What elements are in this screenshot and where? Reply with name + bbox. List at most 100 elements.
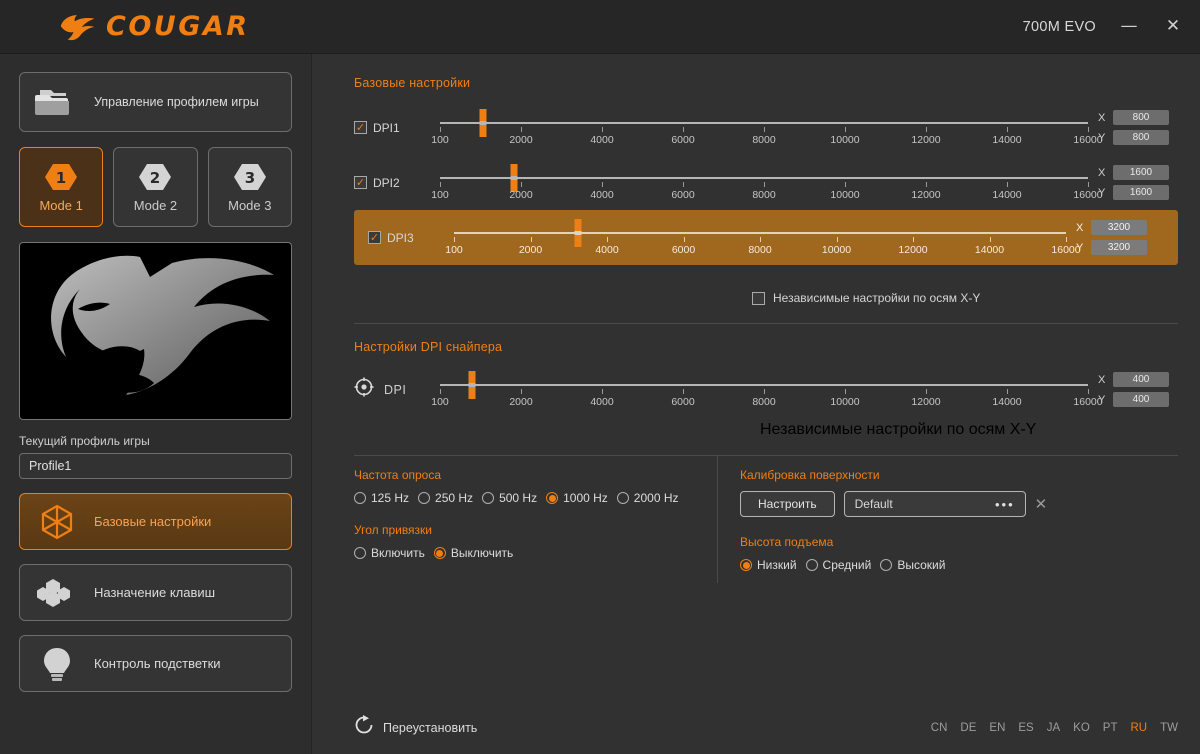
dpi2-x-value[interactable]: 1600	[1113, 165, 1169, 180]
slider-tick-label: 6000	[671, 243, 696, 256]
dpi1-toggle[interactable]: ✓ DPI1	[354, 121, 432, 135]
dpi2-toggle[interactable]: ✓ DPI2	[354, 176, 432, 190]
liftoff-medium[interactable]: Средний	[805, 558, 871, 572]
slider-tick-label: 16000	[1073, 395, 1103, 408]
radio-dot-selected	[740, 559, 752, 571]
mode-label-3: Mode 3	[228, 197, 272, 213]
lang-es[interactable]: ES	[1018, 722, 1033, 734]
dpi1-slider[interactable]: 100 2000 4000 6000 8000 10000 12000 14000 16000	[431, 105, 1103, 151]
slider-tick-label: 16000	[1051, 243, 1081, 256]
slider-tick-label: 100	[431, 188, 449, 201]
angle-snap-on[interactable]: Включить	[354, 546, 425, 560]
sniper-y-value[interactable]: 400	[1113, 392, 1169, 407]
calibration-title: Калибровка поверхности	[740, 468, 880, 482]
dpi3-checkbox[interactable]: ✓	[368, 231, 381, 244]
check-icon: ✓	[355, 121, 366, 134]
game-profile-manager-button[interactable]: Управление профилем игры	[19, 72, 292, 132]
lang-de[interactable]: DE	[960, 722, 976, 734]
slider-tick-label: 12000	[898, 243, 928, 256]
window-body: Управление профилем игры 1 Mode 1 2 Mode…	[0, 54, 1200, 754]
current-profile-input[interactable]: Profile1	[19, 453, 292, 479]
slider-tick-label: 14000	[992, 395, 1022, 408]
slider-tick-label: 6000	[671, 395, 695, 408]
slider-tick	[845, 388, 846, 394]
independent-xy-toggle[interactable]: Независимые настройки по осям X-Y	[312, 291, 1200, 305]
current-profile-label: Текущий профиль игры	[19, 434, 150, 448]
slider-tick-label: 4000	[590, 395, 614, 408]
sniper-independent-xy-toggle[interactable]: Независимые настройки по осям X-Y	[312, 421, 1200, 439]
polling-option-125[interactable]: 125 Hz	[354, 491, 409, 505]
sniper-ticks: 100 2000 4000 6000 8000 10000 12000 14000 16000	[431, 388, 1103, 413]
polling-option-1000[interactable]: 1000 Hz	[546, 491, 608, 505]
dpi2-slider[interactable]: 100 2000 4000 6000 8000 10000 12000 14000 16000	[431, 160, 1103, 206]
reset-button[interactable]: Переустановить	[354, 715, 477, 740]
dpi2-ticks: 100 2000 4000 6000 8000 10000 12000 14000 16000	[431, 181, 1103, 206]
dpi1-y-value[interactable]: 800	[1113, 130, 1169, 145]
slider-tick	[683, 236, 685, 242]
mode-button-3[interactable]: 3 Mode 3	[207, 147, 292, 227]
slider-tick	[521, 181, 522, 187]
liftoff-low[interactable]: Низкий	[740, 558, 797, 572]
clear-surface-icon[interactable]: ✕	[1035, 495, 1048, 513]
check-icon: ✓	[369, 231, 380, 244]
lang-ru[interactable]: RU	[1130, 722, 1147, 734]
sidebar-nav: Базовые настройки Назначение клавиш Конт…	[19, 493, 292, 692]
ellipsis-icon[interactable]: •••	[995, 497, 1015, 512]
cougar-head-logo	[21, 245, 290, 417]
slider-tick-label: 4000	[595, 243, 619, 256]
dpi2-checkbox[interactable]: ✓	[354, 176, 367, 189]
calibrate-button[interactable]: Настроить	[740, 491, 835, 517]
radio-dot	[616, 492, 629, 504]
lang-en[interactable]: EN	[989, 722, 1005, 734]
sniper-x-value[interactable]: 400	[1113, 372, 1169, 387]
polling-label-250: 250 Hz	[435, 491, 474, 505]
sidebar-item-key-assignment[interactable]: Назначение клавиш	[19, 564, 292, 621]
slider-tick	[440, 181, 441, 187]
device-preview	[19, 242, 292, 420]
sidebar-item-lighting-control[interactable]: Контроль подстветки	[19, 635, 292, 692]
slider-tick-label: 2000	[509, 395, 533, 408]
dpi2-y-value[interactable]: 1600	[1113, 185, 1169, 200]
dpi1-values: X 800 Y 800	[1098, 110, 1178, 145]
dpi3-y-value[interactable]: 3200	[1091, 240, 1147, 255]
dpi2-label: DPI2	[373, 175, 400, 190]
sidebar-item-basic-settings[interactable]: Базовые настройки	[19, 493, 292, 550]
polling-option-250[interactable]: 250 Hz	[418, 491, 473, 505]
close-button[interactable]: ✕	[1162, 18, 1184, 35]
mode-button-1[interactable]: 1 Mode 1	[19, 147, 104, 227]
slider-tick-label: 14000	[992, 133, 1022, 146]
slider-tick-label: 14000	[974, 243, 1005, 256]
slider-tick	[845, 181, 846, 187]
dpi3-x-value[interactable]: 3200	[1091, 220, 1147, 235]
polling-label-1000: 1000 Hz	[563, 491, 608, 505]
sidebar-label-key-assignment: Назначение клавиш	[94, 585, 216, 600]
lang-ko[interactable]: KO	[1073, 722, 1090, 734]
independent-xy-checkbox[interactable]	[752, 291, 765, 305]
dpi3-toggle[interactable]: ✓ DPI3	[368, 231, 446, 245]
lang-tw[interactable]: TW	[1160, 722, 1178, 734]
slider-tick-label: 4000	[590, 188, 614, 201]
radio-dot	[805, 559, 818, 571]
surface-select[interactable]: Default •••	[843, 491, 1026, 517]
lang-ja[interactable]: JA	[1047, 722, 1060, 734]
lang-cn[interactable]: CN	[931, 722, 948, 734]
sniper-slider[interactable]: 100 2000 4000 6000 8000 10000 12000 14000 16000	[431, 367, 1103, 413]
dpi3-x-label: X	[1076, 221, 1084, 234]
dpi3-y-row: Y 3200	[1076, 240, 1156, 255]
sniper-values: X 400 Y 400	[1098, 372, 1178, 407]
polling-option-2000[interactable]: 2000 Hz	[616, 491, 679, 505]
dpi1-label: DPI1	[373, 120, 400, 135]
lang-pt[interactable]: PT	[1103, 722, 1118, 734]
sidebar-label-basic-settings: Базовые настройки	[94, 514, 212, 529]
slider-tick	[1088, 388, 1089, 394]
dpi1-checkbox[interactable]: ✓	[354, 121, 367, 134]
dpi3-slider[interactable]: 100 2000 4000 6000 8000 10000 12000 14000 16000	[445, 215, 1081, 261]
minimize-button[interactable]: —	[1118, 18, 1140, 35]
mode-button-2[interactable]: 2 Mode 2	[113, 147, 198, 227]
liftoff-high[interactable]: Высокий	[880, 558, 945, 572]
radio-dot	[354, 492, 366, 504]
dpi1-x-value[interactable]: 800	[1113, 110, 1169, 125]
polling-option-500[interactable]: 500 Hz	[482, 491, 537, 505]
angle-snap-off[interactable]: Выключить	[433, 546, 513, 560]
slider-tick-label: 10000	[830, 133, 860, 146]
